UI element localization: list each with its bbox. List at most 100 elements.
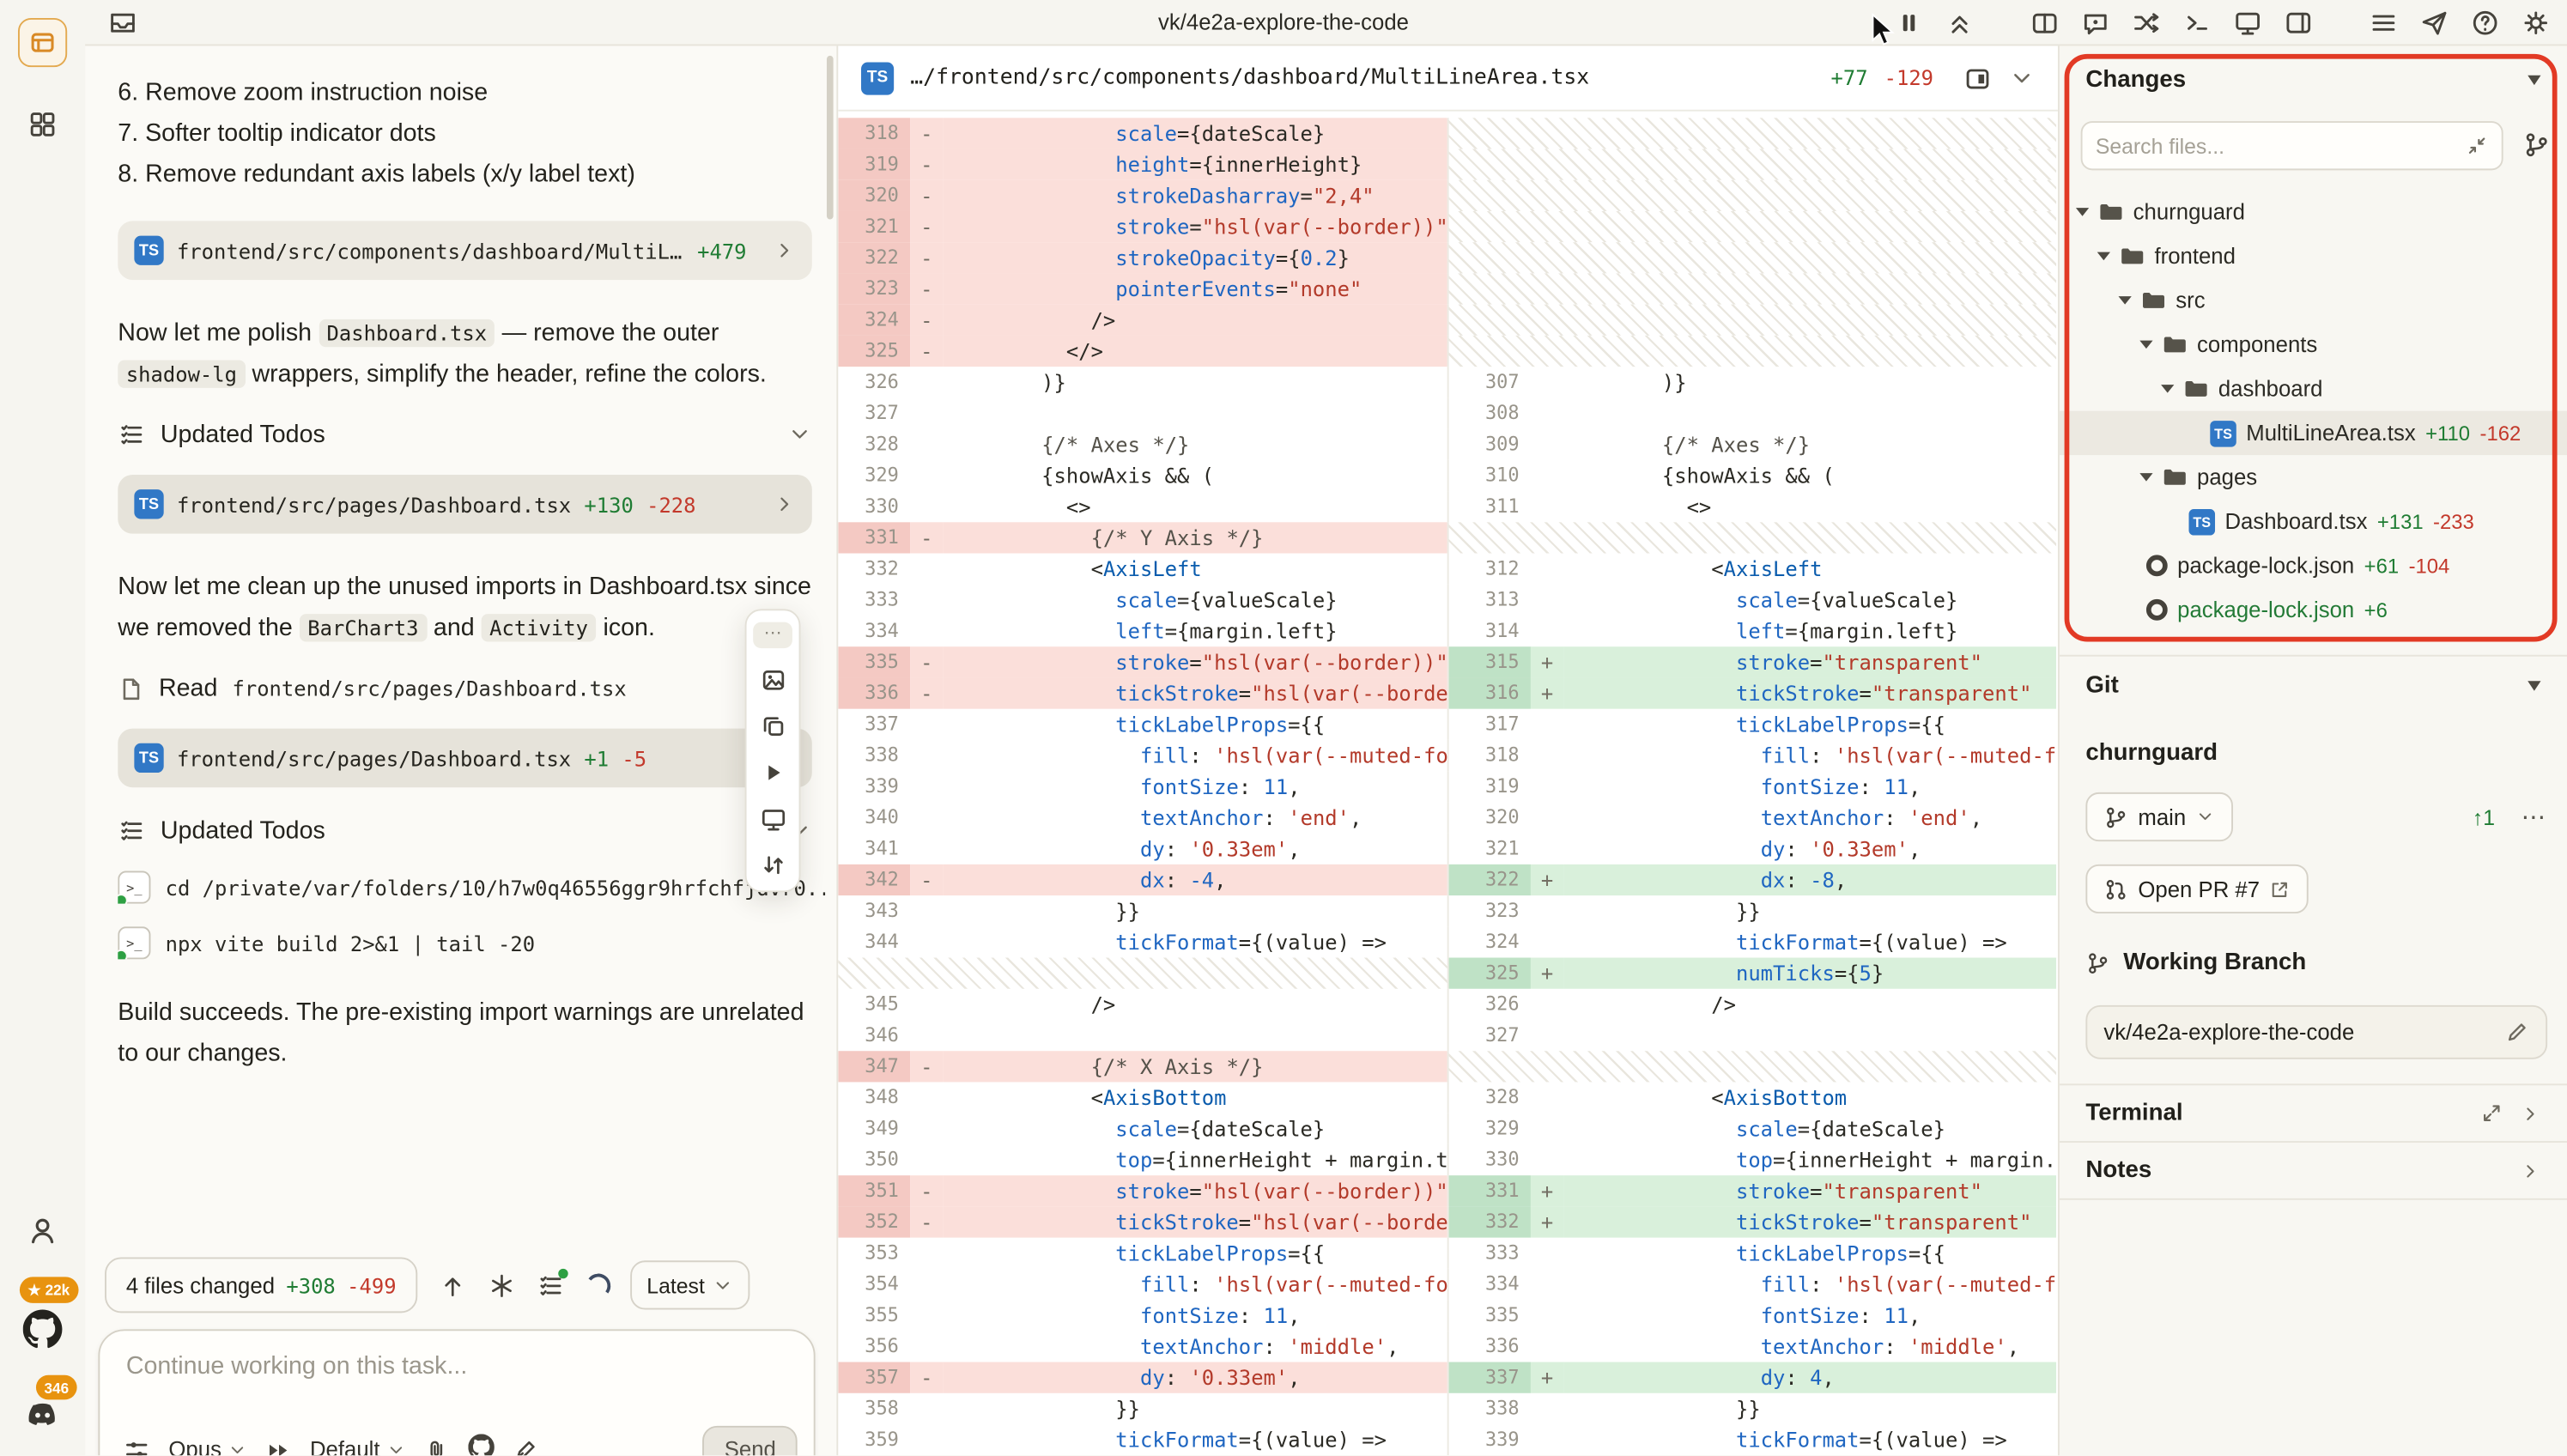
workspace-icon[interactable] — [18, 18, 67, 67]
folder-icon — [2163, 332, 2188, 357]
external-link-icon — [2270, 878, 2291, 900]
tree-folder-row[interactable]: src — [2060, 278, 2567, 322]
chat-scrollbar[interactable] — [827, 56, 834, 220]
tree-file-row[interactable]: package-lock.json+61-104 — [2060, 543, 2567, 587]
file-change-chip[interactable]: TS frontend/src/components/dashboard/Mul… — [118, 221, 812, 280]
help-icon[interactable] — [2470, 9, 2499, 38]
diff-row: 356 textAnchor: 'middle',336 textAnchor:… — [838, 1331, 2058, 1362]
tree-file-row[interactable]: package-lock.json+6 — [2060, 588, 2567, 632]
working-branch-field[interactable]: vk/4e2a-explore-the-code — [2085, 1005, 2547, 1059]
send-button[interactable]: Send — [703, 1426, 798, 1455]
attachment-icon[interactable] — [424, 1436, 451, 1455]
collapse-tree-icon[interactable] — [2466, 134, 2489, 157]
typescript-file-icon: TS — [134, 489, 163, 519]
github-icon[interactable] — [23, 1310, 63, 1354]
tree-folder-row[interactable]: dashboard — [2060, 367, 2567, 410]
updated-todos-row[interactable]: Updated Todos — [118, 817, 812, 845]
chevron-right-icon — [2520, 1102, 2541, 1124]
additions-count: +479 — [697, 238, 746, 263]
file-search-box — [2081, 121, 2503, 170]
file-tree-toggle-icon[interactable] — [2523, 131, 2551, 159]
deletions-count: -5 — [622, 746, 646, 771]
latest-dropdown[interactable]: Latest — [630, 1260, 750, 1309]
files-changed-chip[interactable]: 4 files changed +308 -499 — [105, 1257, 417, 1313]
tree-folder-row[interactable]: components — [2060, 323, 2567, 367]
screenshot-icon[interactable] — [759, 666, 786, 694]
pause-icon[interactable] — [1894, 9, 1923, 38]
diff-row: 337 tickLabelProps={{317 tickLabelProps=… — [838, 709, 2058, 740]
settings-gear-icon[interactable] — [2521, 9, 2551, 38]
more-options-icon[interactable]: ⋯ — [753, 622, 792, 649]
chat-activity-icon[interactable] — [2081, 9, 2110, 38]
diff-row: 358 }}338 }} — [838, 1393, 2058, 1424]
file-change-chip[interactable]: TS frontend/src/pages/Dashboard.tsx +130… — [118, 475, 812, 534]
diff-row: 351- stroke="hsl(var(--border))"331+ str… — [838, 1175, 2058, 1206]
tree-file-row[interactable]: TSDashboard.tsx+131-233 — [2060, 500, 2567, 543]
copy-icon[interactable] — [759, 712, 786, 739]
todos-status-icon[interactable] — [537, 1271, 565, 1299]
diff-row: 323- pointerEvents="none" — [838, 273, 2058, 304]
chevron-down-icon — [2119, 296, 2132, 305]
file-change-chip[interactable]: TS frontend/src/pages/Dashboard.tsx +1 -… — [118, 729, 812, 788]
github-icon[interactable] — [468, 1434, 495, 1455]
inline-code: shadow-lg — [118, 361, 245, 388]
diff-row: 324- /> — [838, 305, 2058, 336]
open-pr-button[interactable]: Open PR #7 — [2085, 864, 2309, 913]
terminal-command-row[interactable]: >_ npx vite build 2>&1 | tail -20 — [118, 926, 825, 959]
expand-icon[interactable] — [2480, 1101, 2503, 1125]
shuffle-icon[interactable] — [2132, 9, 2161, 38]
edit-pencil-icon[interactable] — [2505, 1020, 2530, 1045]
titlebar: vk/4e2a-explore-the-code — [0, 0, 2567, 46]
inline-code: BarChart3 — [300, 614, 427, 641]
notes-section-header[interactable]: Notes — [2060, 1143, 2567, 1198]
pen-icon[interactable] — [513, 1436, 539, 1455]
fast-forward-icon[interactable] — [265, 1436, 292, 1455]
grid-view-icon[interactable] — [27, 110, 57, 139]
layout-columns-icon[interactable] — [2030, 9, 2060, 38]
additions-count: +61 — [2364, 554, 2399, 577]
terminal-chip-icon: >_ — [118, 926, 150, 959]
folder-icon — [2099, 200, 2124, 225]
diff-view-toggle-icon[interactable] — [1963, 63, 1992, 92]
branch-selector[interactable]: main — [2085, 792, 2233, 841]
menu-icon[interactable] — [2369, 9, 2398, 38]
chevron-down-icon[interactable] — [2009, 64, 2036, 91]
sidebar-right-icon[interactable] — [2284, 9, 2313, 38]
tree-folder-row[interactable]: frontend — [2060, 234, 2567, 278]
diff-row: 342- dx: -4,322+ dx: -8, — [838, 864, 2058, 895]
settings-sliders-icon[interactable] — [123, 1435, 150, 1455]
run-icon[interactable] — [758, 758, 787, 787]
terminal-command-row[interactable]: >_ cd /private/var/folders/10/h7w0q46556… — [118, 871, 825, 903]
changes-section-header[interactable]: Changes — [2060, 59, 2567, 102]
tree-folder-row[interactable]: pages — [2060, 455, 2567, 499]
arrow-up-icon: ↑ — [2473, 804, 2483, 829]
diff-row: 348 <AxisBottom328 <AxisBottom — [838, 1082, 2058, 1113]
search-input[interactable] — [2096, 133, 2456, 158]
display-icon[interactable] — [2233, 9, 2262, 38]
composer-input[interactable] — [126, 1352, 765, 1380]
model-dropdown[interactable]: Opus — [168, 1437, 247, 1455]
mode-dropdown[interactable]: Default — [310, 1437, 406, 1455]
scroll-to-top-icon[interactable] — [439, 1271, 466, 1299]
context-compact-icon[interactable] — [488, 1271, 515, 1299]
discord-icon[interactable] — [23, 1401, 63, 1439]
deletions-count: -233 — [2433, 510, 2474, 533]
collapse-all-icon[interactable] — [1945, 9, 1974, 38]
tree-file-row[interactable]: TSMultiLineArea.tsx+110-162 — [2060, 411, 2567, 455]
account-icon[interactable] — [27, 1215, 59, 1247]
additions-count: +130 — [584, 492, 633, 517]
updated-todos-row[interactable]: Updated Todos — [118, 421, 812, 448]
share-icon[interactable] — [2419, 9, 2449, 38]
tree-folder-row[interactable]: churnguard — [2060, 190, 2567, 234]
todo-summary-list: 6. Remove zoom instruction noise 7. Soft… — [118, 72, 804, 195]
terminal-icon[interactable] — [2182, 9, 2212, 38]
diff-row: 335- stroke="hsl(var(--border))"315+ str… — [838, 646, 2058, 677]
more-options-icon[interactable]: ⋯ — [2521, 802, 2548, 831]
display-icon[interactable] — [759, 805, 786, 833]
terminal-section-header[interactable]: Terminal — [2060, 1085, 2567, 1141]
git-section-header[interactable]: Git — [2060, 661, 2567, 710]
assistant-message: Now let me clean up the unused imports i… — [118, 567, 812, 648]
compare-icon[interactable] — [759, 852, 786, 879]
read-file-row[interactable]: Read frontend/src/pages/Dashboard.tsx — [118, 675, 812, 702]
diff-row: 327308 — [838, 397, 2058, 428]
